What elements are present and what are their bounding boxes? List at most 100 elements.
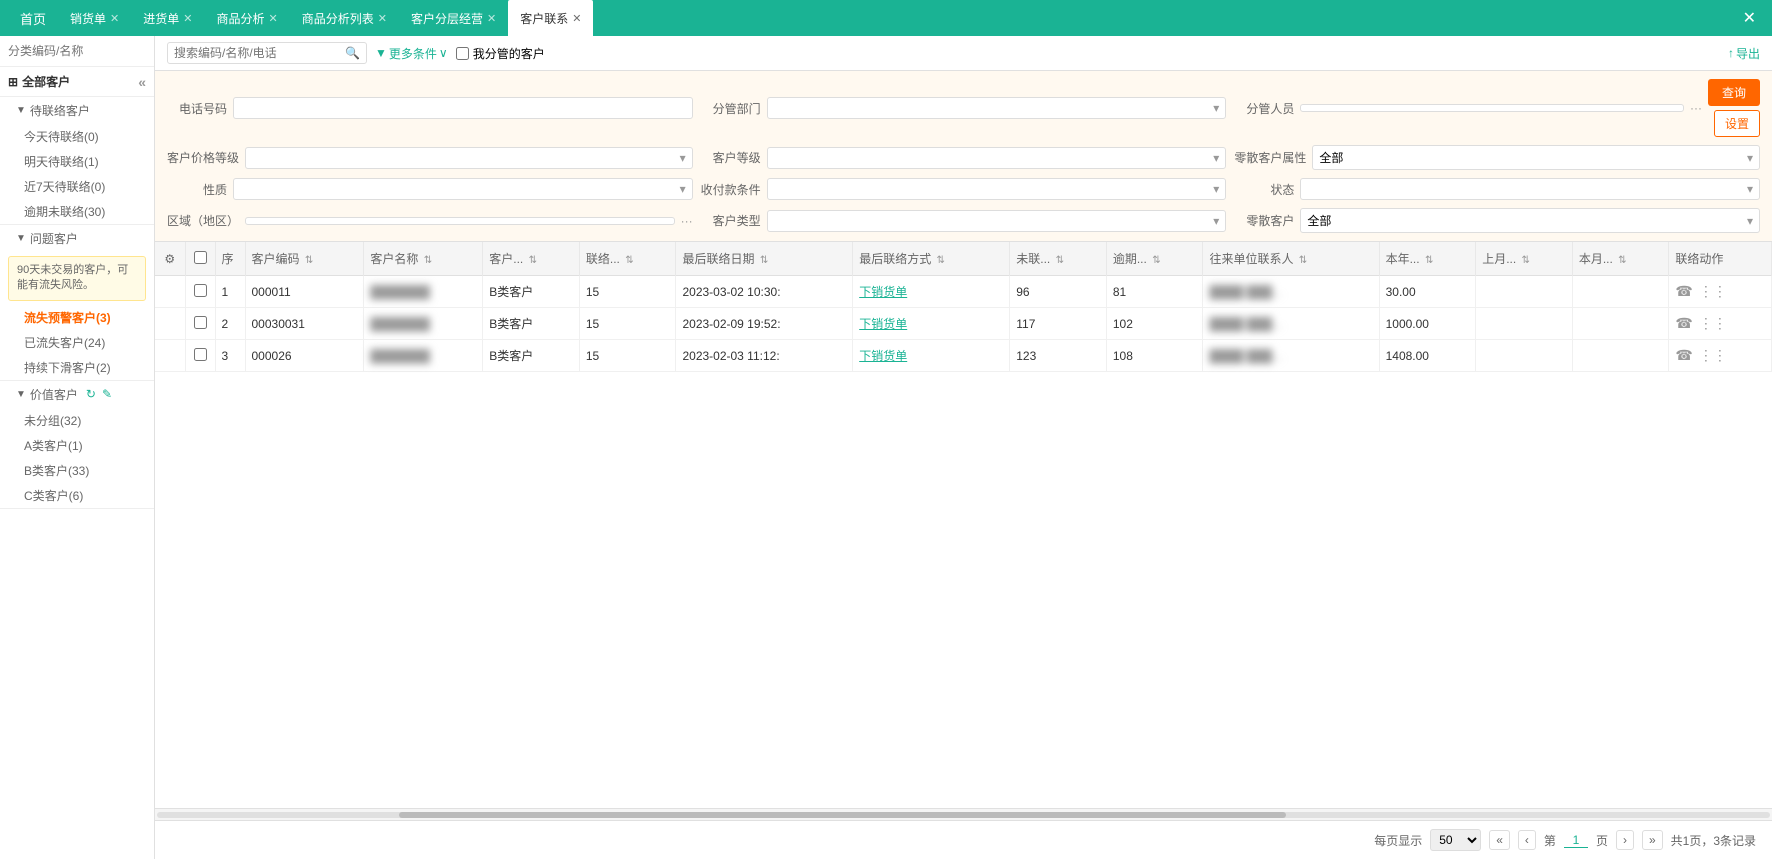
cell-lm-0 [1476,276,1573,308]
col-unit-contact[interactable]: 往来单位联系人 ⇅ [1203,242,1379,276]
cell-lct-2[interactable]: 下销货单 [853,340,1010,372]
window-close-btn[interactable]: ✕ [1735,8,1764,28]
col-checkbox[interactable] [185,242,215,276]
col-type[interactable]: 客户... ⇅ [483,242,580,276]
page-prefix-label: 第 [1544,832,1556,849]
main-search-input[interactable] [174,46,341,60]
col-contact[interactable]: 联络... ⇅ [579,242,676,276]
filter-manager-select[interactable] [1300,104,1684,112]
ty-sort-icon: ⇅ [1425,255,1433,266]
sidebar-value-customer-title[interactable]: ▼ 价值客户 ↻ ✎ [0,381,154,408]
nav-home[interactable]: 首页 [8,9,58,28]
col-not-contact[interactable]: 未联... ⇅ [1010,242,1107,276]
cell-checkbox-1[interactable] [185,308,215,340]
refresh-icon[interactable]: ↻ [86,387,96,401]
sidebar-item-ungrouped[interactable]: 未分组(32) [0,408,154,433]
filter-scatter-attr-select[interactable]: 全部 [1312,145,1760,170]
cell-lct-0[interactable]: 下销货单 [853,276,1010,308]
filter-customer-type-select[interactable] [767,210,1227,232]
first-page-btn[interactable]: « [1489,830,1510,850]
sidebar-item-tomorrow[interactable]: 明天待联络(1) [0,149,154,174]
horizontal-scrollbar[interactable] [155,808,1772,820]
manager-dots-btn[interactable]: ··· [1690,101,1702,115]
select-all-checkbox[interactable] [194,251,207,264]
per-page-select[interactable]: 50 100 200 [1430,829,1481,851]
filter-customer-level-select[interactable] [767,147,1227,169]
cell-lct-1[interactable]: 下销货单 [853,308,1010,340]
my-customers-checkbox[interactable] [456,47,469,60]
next-page-btn[interactable]: › [1616,830,1634,850]
more-action-icon-2[interactable]: ⋮⋮ [1699,347,1727,364]
col-this-year[interactable]: 本年... ⇅ [1379,242,1476,276]
edit-icon[interactable]: ✎ [102,387,112,401]
table-settings-icon[interactable]: ⚙ [164,252,175,266]
region-dots-btn[interactable]: ··· [681,214,693,228]
filter-dept-select[interactable] [767,97,1227,119]
filter-price-level-label: 客户价格等级 [167,149,239,166]
cell-type-1: B类客户 [483,308,580,340]
filter-price-level-select[interactable] [245,147,693,169]
sidebar-item-c-class[interactable]: C类客户(6) [0,483,154,508]
sidebar-item-b-class[interactable]: B类客户(33) [0,458,154,483]
col-overdue[interactable]: 逾期... ⇅ [1106,242,1203,276]
tab-purchaseorder[interactable]: 进货单 ✕ [131,0,204,36]
last-page-btn[interactable]: » [1642,830,1663,850]
current-page-input[interactable] [1564,833,1588,848]
more-action-icon-0[interactable]: ⋮⋮ [1699,283,1727,300]
tab-salesorder[interactable]: 销货单 ✕ [58,0,131,36]
tab-productanalysislist[interactable]: 商品分析列表 ✕ [290,0,399,36]
col-last-contact-date[interactable]: 最后联络日期 ⇅ [676,242,853,276]
filter-region-select[interactable] [245,217,675,225]
close-tab-purchaseorder[interactable]: ✕ [183,12,192,25]
filter-status: 状态 [1234,178,1760,200]
settings-btn[interactable]: 设置 [1714,110,1760,137]
sidebar-search-input[interactable] [8,44,155,58]
sidebar-item-today[interactable]: 今天待联络(0) [0,124,154,149]
sidebar-item-7days[interactable]: 近7天待联络(0) [0,174,154,199]
my-customers-filter[interactable]: 我分管的客户 [456,45,545,62]
sidebar-item-churned[interactable]: 已流失客户(24) [0,330,154,355]
col-this-month[interactable]: 本月... ⇅ [1572,242,1669,276]
filter-payment-select[interactable] [767,178,1227,200]
sidebar-all-customers-title[interactable]: ⊞ 全部客户 « [0,67,154,96]
cell-checkbox-0[interactable] [185,276,215,308]
scrollbar-thumb[interactable] [399,812,1286,818]
close-tab-customercontact[interactable]: ✕ [572,12,581,25]
col-last-contact-type[interactable]: 最后联络方式 ⇅ [853,242,1010,276]
close-tab-salesorder[interactable]: ✕ [110,12,119,25]
more-conditions-btn[interactable]: ▼ 更多条件 ∨ [375,45,448,62]
prev-page-btn[interactable]: ‹ [1518,830,1536,850]
close-tab-productanalysislist[interactable]: ✕ [378,12,387,25]
cell-uc-1: ████ ███... [1203,308,1379,340]
contact-action-icon-1[interactable]: ☎ [1675,315,1692,332]
filter-nature-select[interactable] [233,178,693,200]
filter-status-select[interactable] [1300,178,1760,200]
tab-customersegment[interactable]: 客户分层经营 ✕ [399,0,508,36]
sidebar-item-overdue[interactable]: 逾期未联络(30) [0,199,154,224]
contact-action-icon-2[interactable]: ☎ [1675,347,1692,364]
more-action-icon-1[interactable]: ⋮⋮ [1699,315,1727,332]
close-tab-productanalysis[interactable]: ✕ [269,12,278,25]
export-btn[interactable]: ↑ 导出 [1728,45,1760,62]
sidebar-item-churn-warning[interactable]: 流失预警客户(3) [0,305,154,330]
cell-checkbox-2[interactable] [185,340,215,372]
col-last-month[interactable]: 上月... ⇅ [1476,242,1573,276]
filter-scatter-customer-select[interactable]: 全部 [1300,208,1760,233]
close-tab-customersegment[interactable]: ✕ [487,12,496,25]
filter-phone-input[interactable] [233,97,693,119]
contact-action-icon-0[interactable]: ☎ [1675,283,1692,300]
tab-productanalysis[interactable]: 商品分析 ✕ [204,0,289,36]
tab-customercontact[interactable]: 客户联系 ✕ [508,0,593,36]
main-search-icon[interactable]: 🔍 [345,46,360,60]
sidebar-problem-customer-title[interactable]: ▼ 问题客户 [0,225,154,252]
cell-od-1: 102 [1106,308,1203,340]
sidebar-collapse-btn[interactable]: « [138,74,146,90]
col-code[interactable]: 客户编码 ⇅ [245,242,364,276]
sidebar-item-a-class[interactable]: A类客户(1) [0,433,154,458]
sidebar-pending-contact-title[interactable]: ▼ 待联络客户 [0,97,154,124]
col-name[interactable]: 客户名称 ⇅ [364,242,483,276]
query-btn[interactable]: 查询 [1708,79,1760,106]
sidebar-item-declining[interactable]: 持续下滑客户(2) [0,355,154,380]
cell-tm-2 [1572,340,1669,372]
col-settings[interactable]: ⚙ [155,242,185,276]
